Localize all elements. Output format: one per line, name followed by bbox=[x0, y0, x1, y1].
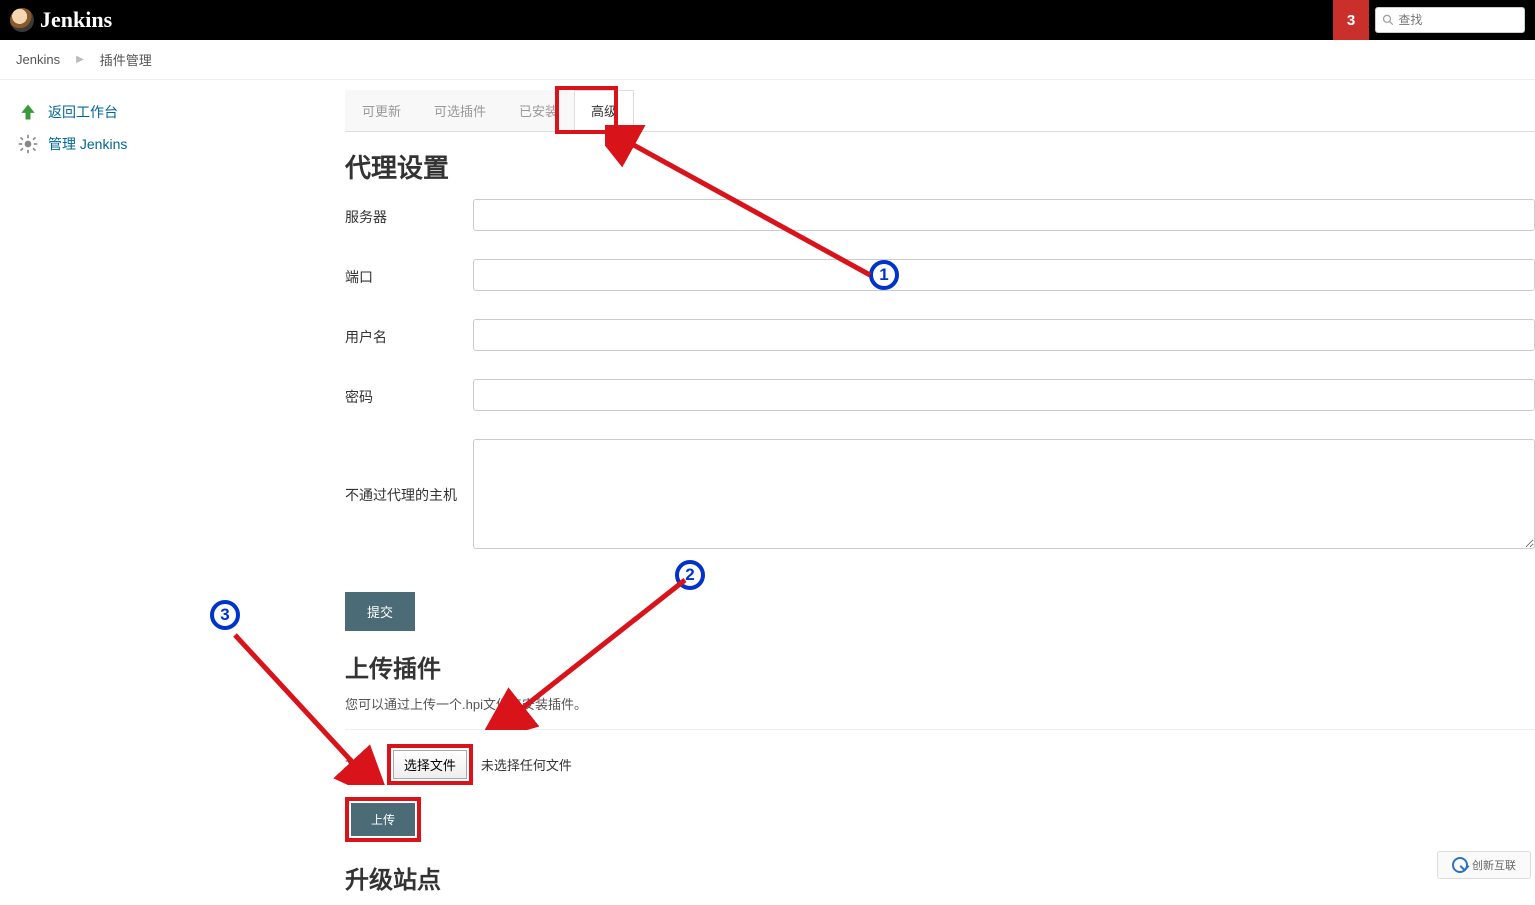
password-row: 密码 bbox=[345, 379, 1535, 411]
upload-desc: 您可以通过上传一个.hpi文件来安装插件。 bbox=[345, 694, 1535, 713]
username-row: 用户名 bbox=[345, 319, 1535, 351]
annotation-highlight-3: 上传 bbox=[345, 797, 421, 842]
noproxy-input[interactable] bbox=[473, 439, 1535, 549]
notification-badge[interactable]: 3 bbox=[1333, 0, 1369, 40]
main-content: 可更新 可选插件 已安装 高级 代理设置 服务器 端口 用户名 密码 不通过代理… bbox=[345, 80, 1535, 905]
top-header: Jenkins 3 bbox=[0, 0, 1535, 40]
sidebar-item-back[interactable]: 返回工作台 bbox=[10, 96, 335, 128]
breadcrumb-root[interactable]: Jenkins bbox=[16, 52, 60, 67]
annotation-highlight-2: 选择文件 bbox=[387, 744, 473, 785]
search-input[interactable] bbox=[1398, 13, 1518, 27]
server-input[interactable] bbox=[473, 199, 1535, 231]
brand-logo[interactable]: Jenkins bbox=[10, 7, 112, 33]
tab-available[interactable]: 可选插件 bbox=[417, 90, 503, 131]
submit-button[interactable]: 提交 bbox=[345, 592, 415, 631]
breadcrumb: Jenkins ▶ 插件管理 bbox=[0, 40, 1535, 80]
search-box[interactable] bbox=[1375, 7, 1525, 33]
tab-updatable[interactable]: 可更新 bbox=[345, 90, 418, 131]
footer-watermark: 创新互联 bbox=[1437, 851, 1531, 879]
sidebar-item-label: 管理 Jenkins bbox=[48, 134, 127, 154]
server-row: 服务器 bbox=[345, 199, 1535, 231]
search-icon bbox=[1382, 13, 1394, 27]
sidebar-item-label: 返回工作台 bbox=[48, 102, 118, 122]
password-input[interactable] bbox=[473, 379, 1535, 411]
upload-heading: 上传插件 bbox=[345, 649, 1535, 684]
tab-installed[interactable]: 已安装 bbox=[502, 90, 575, 131]
footer-logo-icon bbox=[1452, 857, 1468, 873]
up-arrow-icon bbox=[18, 102, 38, 122]
username-input[interactable] bbox=[473, 319, 1535, 351]
brand-text: Jenkins bbox=[40, 7, 112, 33]
port-input[interactable] bbox=[473, 259, 1535, 291]
sidebar-item-manage[interactable]: 管理 Jenkins bbox=[10, 128, 335, 160]
server-label: 服务器 bbox=[345, 199, 473, 227]
footer-text: 创新互联 bbox=[1472, 857, 1516, 873]
port-row: 端口 bbox=[345, 259, 1535, 291]
port-label: 端口 bbox=[345, 259, 473, 287]
update-site-heading: 升级站点 bbox=[345, 860, 1535, 895]
file-status: 未选择任何文件 bbox=[481, 755, 572, 774]
username-label: 用户名 bbox=[345, 319, 473, 347]
sidebar: 返回工作台 管理 Jenkins bbox=[0, 80, 345, 905]
file-row: 文件: 选择文件 未选择任何文件 bbox=[345, 729, 1535, 785]
password-label: 密码 bbox=[345, 379, 473, 407]
chevron-right-icon: ▶ bbox=[76, 54, 84, 65]
tab-advanced[interactable]: 高级 bbox=[574, 90, 634, 131]
choose-file-button[interactable]: 选择文件 bbox=[393, 750, 467, 779]
file-label: 文件: bbox=[345, 755, 377, 775]
proxy-heading: 代理设置 bbox=[345, 148, 1535, 185]
upload-button[interactable]: 上传 bbox=[351, 803, 415, 836]
breadcrumb-current[interactable]: 插件管理 bbox=[100, 50, 152, 69]
gear-icon bbox=[18, 134, 38, 154]
noproxy-label: 不通过代理的主机 bbox=[345, 439, 473, 505]
annotation-marker-2: 2 bbox=[675, 560, 705, 590]
jenkins-icon bbox=[10, 8, 34, 32]
noproxy-row: 不通过代理的主机 bbox=[345, 439, 1535, 552]
tabs: 可更新 可选插件 已安装 高级 bbox=[345, 90, 1535, 132]
